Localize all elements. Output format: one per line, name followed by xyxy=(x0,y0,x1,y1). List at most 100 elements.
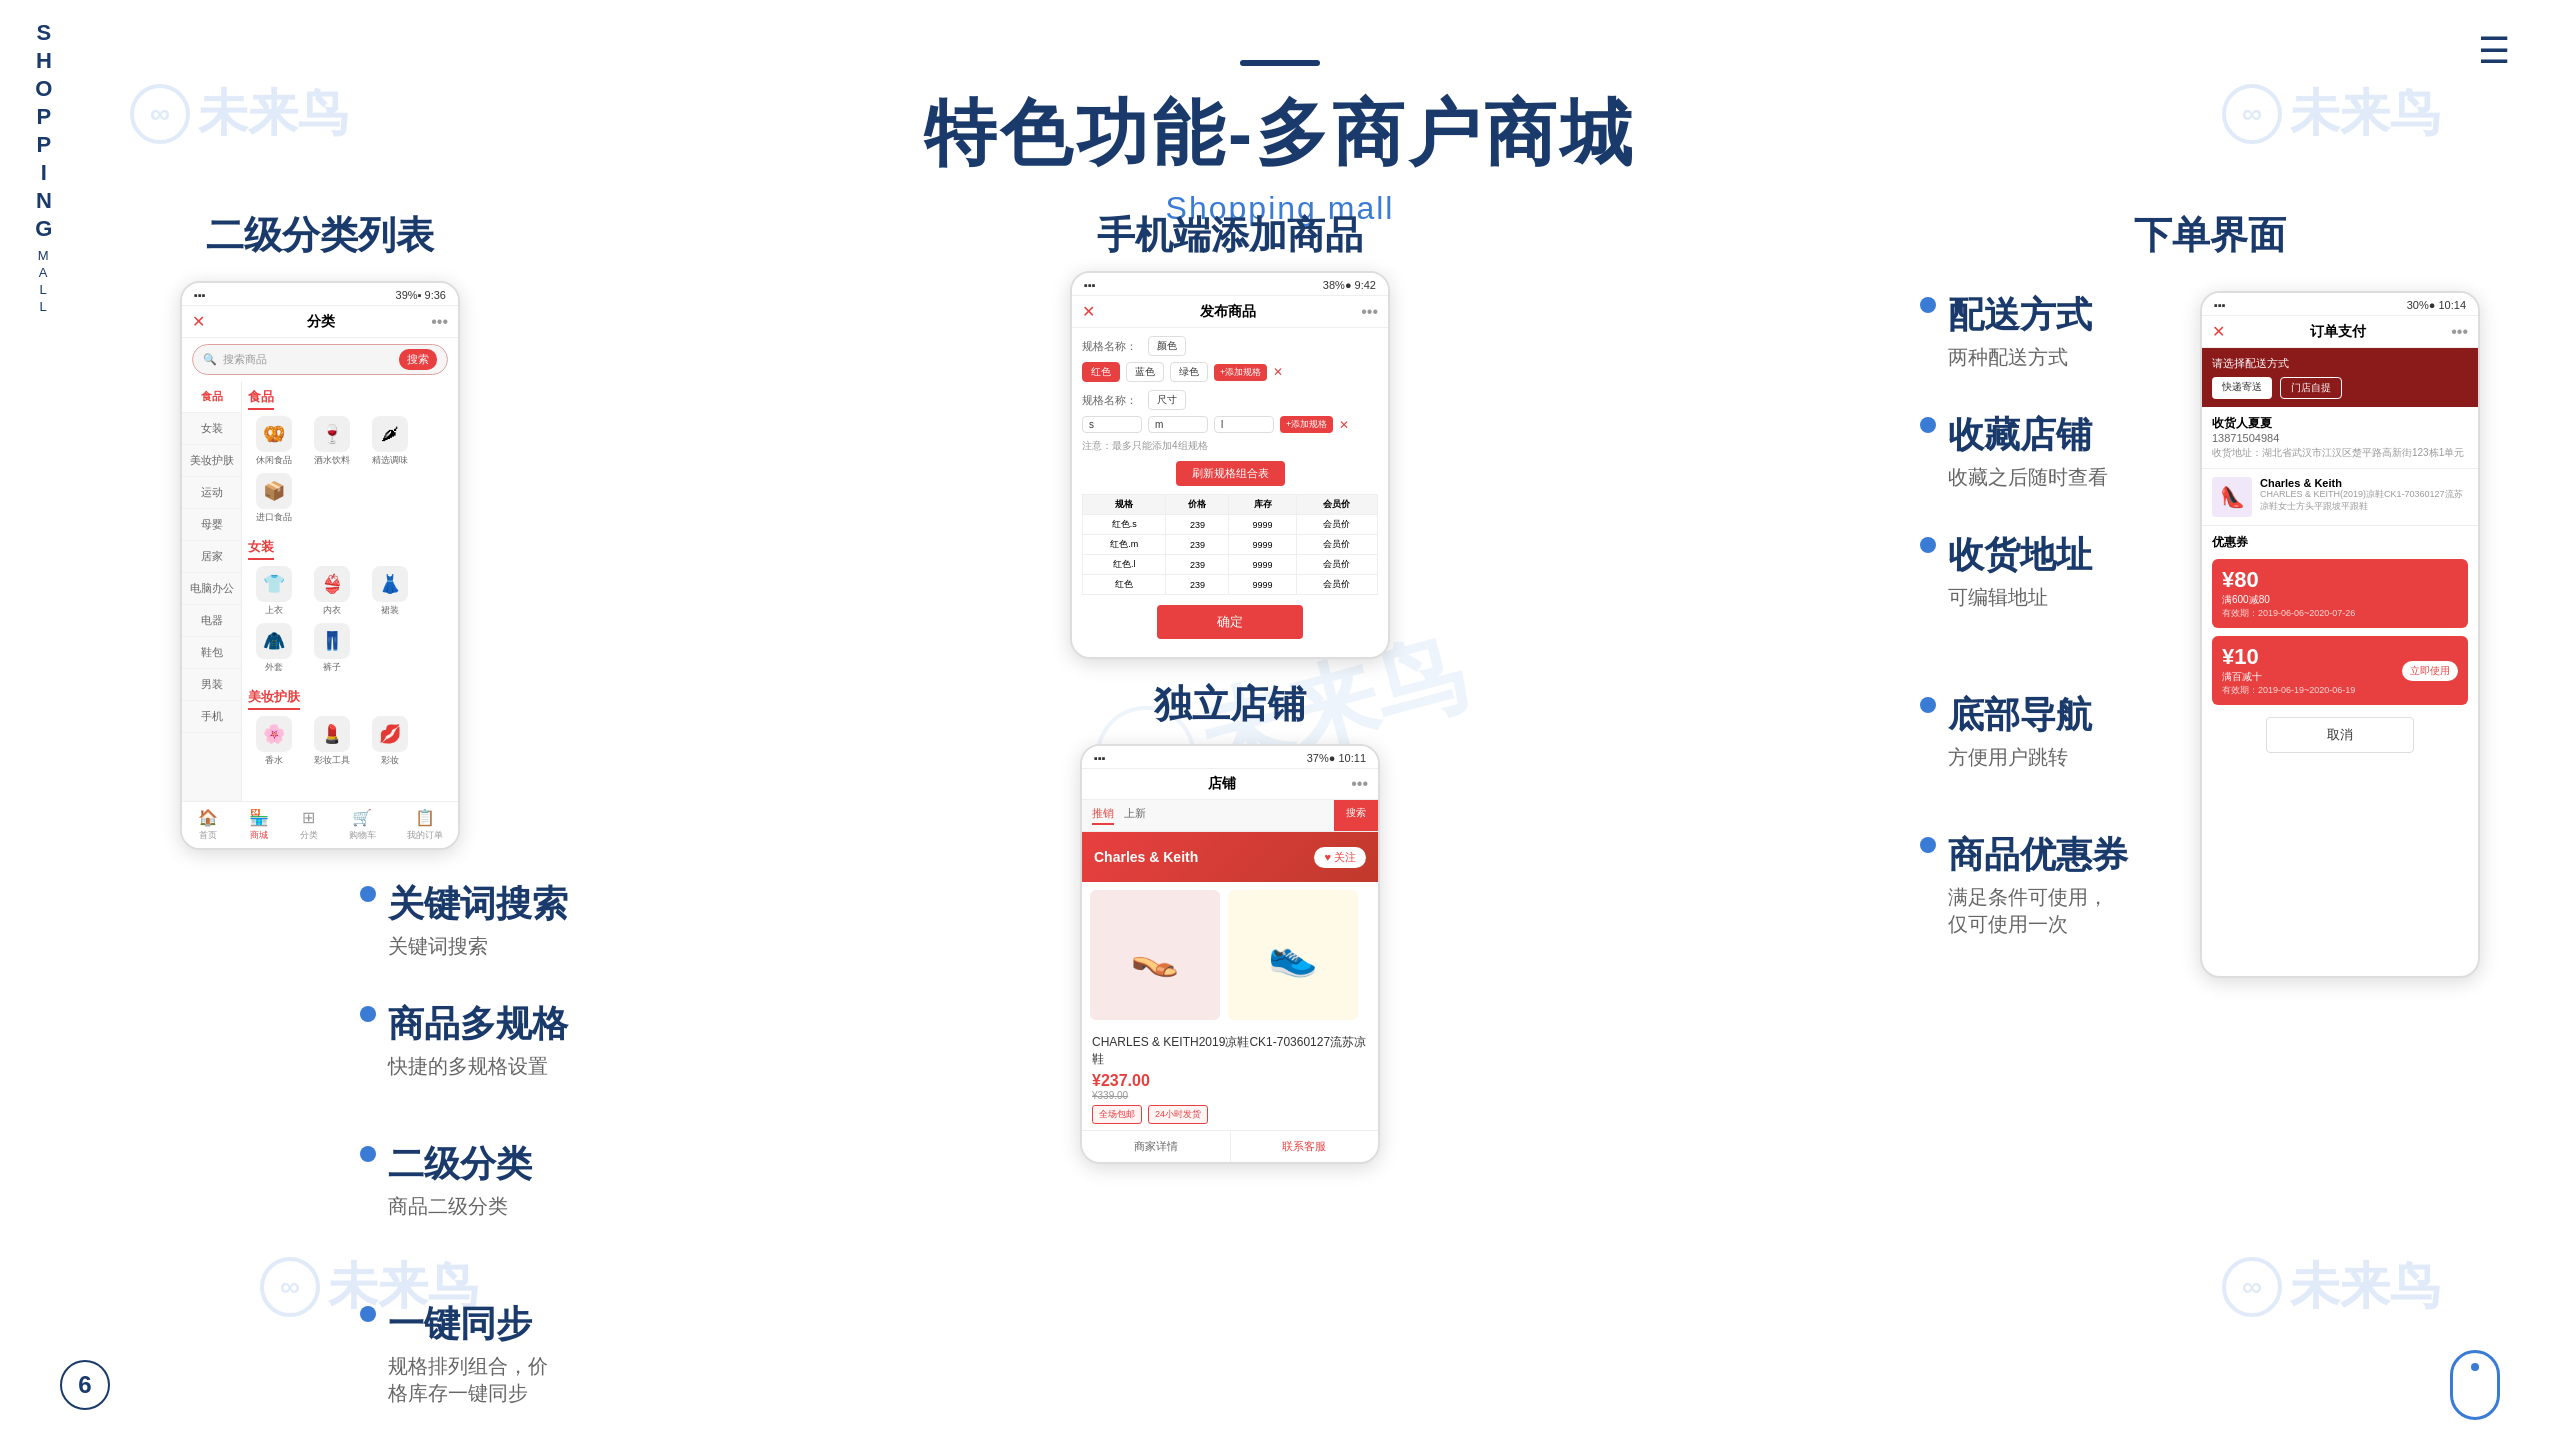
dot-2 xyxy=(360,1006,376,1022)
store-tabs: 推销 上新 xyxy=(1082,800,1334,831)
stock-red-l: 9999 xyxy=(1229,555,1296,575)
nav-category[interactable]: ⊞ 分类 xyxy=(300,808,318,842)
sidebar-food[interactable]: 食品 xyxy=(182,381,241,413)
search-bar[interactable]: 🔍 搜索商品 搜索 xyxy=(192,344,448,375)
coupon-2: ¥10 满百减十 有效期：2019-06-19~2020-06-19 立即使用 xyxy=(2212,636,2468,705)
nav-cart[interactable]: 🛒 购物车 xyxy=(349,808,376,842)
nav-home[interactable]: 🏠 首页 xyxy=(198,808,218,842)
size-l[interactable]: l xyxy=(1214,416,1274,433)
coupon-1-amount: ¥80 xyxy=(2222,567,2355,593)
cat-item-pants[interactable]: 👖 裤子 xyxy=(306,623,358,674)
th-spec: 规格 xyxy=(1083,495,1166,515)
address-main: 收货地址 xyxy=(1948,531,2092,580)
cat-item-makeup-tool[interactable]: 💄 彩妆工具 xyxy=(306,716,358,767)
more-icon-left[interactable]: ••• xyxy=(431,313,448,331)
content-coupon: 商品优惠券 满足条件可使用， 仅可使用一次 xyxy=(1948,831,2128,938)
product-img-1[interactable]: 👡 xyxy=(1090,890,1220,1020)
sidebar-baby[interactable]: 母婴 xyxy=(182,509,241,541)
favorite-sub: 收藏之后随时查看 xyxy=(1948,464,2108,491)
color-tags-row: 红色 蓝色 绿色 +添加规格 ✕ xyxy=(1082,362,1378,382)
follow-btn[interactable]: ♥ 关注 xyxy=(1314,847,1366,868)
confirm-btn[interactable]: 确定 xyxy=(1157,605,1303,639)
category-icon: ⊞ xyxy=(302,808,315,827)
sidebar-shoes[interactable]: 鞋包 xyxy=(182,637,241,669)
sidebar-men[interactable]: 男装 xyxy=(182,669,241,701)
product-img-2[interactable]: 👟 xyxy=(1228,890,1358,1020)
merchant-detail-btn[interactable]: 商家详情 xyxy=(1082,1131,1231,1162)
center-top: 手机端添加商品 ▪▪▪ 38%● 9:42 ✕ 发布商品 ••• 规格名称： 颜… xyxy=(580,210,1880,659)
cancel-btn[interactable]: 取消 xyxy=(2266,717,2414,753)
content-bottom-nav: 底部导航 方便用户跳转 xyxy=(1948,691,2092,771)
cat-beauty-items: 🌸 香水 💄 彩妆工具 💋 彩妆 xyxy=(248,716,452,767)
nav-orders[interactable]: 📋 我的订单 xyxy=(407,808,443,842)
coat-icon: 🧥 xyxy=(256,623,292,659)
pants-label: 裤子 xyxy=(323,661,341,674)
spec-row-2: 规格名称： 尺寸 xyxy=(1082,390,1378,410)
cat-item-coat[interactable]: 🧥 外套 xyxy=(248,623,300,674)
more-icon-store[interactable]: ••• xyxy=(1351,775,1368,793)
cat-item-top[interactable]: 👕 上衣 xyxy=(248,566,300,617)
size-s[interactable]: s xyxy=(1082,416,1142,433)
delivery-express[interactable]: 快递寄送 xyxy=(2212,377,2272,399)
coupon-2-left: ¥10 满百减十 有效期：2019-06-19~2020-06-19 xyxy=(2222,644,2355,697)
search-button[interactable]: 搜索 xyxy=(399,349,437,370)
top-icon: 👕 xyxy=(256,566,292,602)
cat-item-drink[interactable]: 🍷 酒水饮料 xyxy=(306,416,358,467)
receiver-address: 收货地址：湖北省武汉市江汉区楚平路高新街123栋1单元 xyxy=(2212,446,2468,460)
tag-red[interactable]: 红色 xyxy=(1082,362,1120,382)
snack-icon: 🥨 xyxy=(256,416,292,452)
cat-item-import[interactable]: 📦 进口食品 xyxy=(248,473,300,524)
coupon-main: 商品优惠券 xyxy=(1948,831,2128,880)
sidebar-home[interactable]: 居家 xyxy=(182,541,241,573)
add-color-btn[interactable]: +添加规格 xyxy=(1214,364,1267,381)
cat-item-dress[interactable]: 👗 裙装 xyxy=(364,566,416,617)
sidebar-pc[interactable]: 电脑办公 xyxy=(182,573,241,605)
close-color[interactable]: ✕ xyxy=(1273,365,1283,379)
cat-item-underwear[interactable]: 👙 内衣 xyxy=(306,566,358,617)
sync-spec-btn[interactable]: 刷新规格组合表 xyxy=(1176,461,1285,486)
cat-item-perfume[interactable]: 🌸 香水 xyxy=(248,716,300,767)
close-btn[interactable]: ✕ xyxy=(192,312,205,331)
tag-green[interactable]: 绿色 xyxy=(1170,362,1208,382)
more-icon-center[interactable]: ••• xyxy=(1361,303,1378,321)
nav-category-label: 分类 xyxy=(300,829,318,842)
section-center: 手机端添加商品 ▪▪▪ 38%● 9:42 ✕ 发布商品 ••• 规格名称： 颜… xyxy=(580,210,1880,1440)
label-delivery: 配送方式 两种配送方式 xyxy=(1920,291,2180,371)
content-keyword: 关键词搜索 关键词搜索 xyxy=(388,880,568,960)
sidebar-phone[interactable]: 手机 xyxy=(182,701,241,733)
use-now-btn[interactable]: 立即使用 xyxy=(2402,661,2458,681)
nav-mall[interactable]: 🏪 商城 xyxy=(249,808,269,842)
sidebar-beauty[interactable]: 美妆护肤 xyxy=(182,445,241,477)
cat-item-makeup[interactable]: 💋 彩妆 xyxy=(364,716,416,767)
sidebar-electronics[interactable]: 电器 xyxy=(182,605,241,637)
dot-coupon xyxy=(1920,837,1936,853)
signal-left: ▪▪▪ xyxy=(194,289,206,301)
tab-new[interactable]: 上新 xyxy=(1124,806,1146,825)
store-search-area: 推销 上新 搜索 xyxy=(1082,800,1378,832)
close-add[interactable]: ✕ xyxy=(1082,302,1095,321)
sidebar-women[interactable]: 女装 xyxy=(182,413,241,445)
delivery-pickup[interactable]: 门店自提 xyxy=(2280,377,2342,399)
close-size[interactable]: ✕ xyxy=(1339,418,1349,432)
delivery-sub: 两种配送方式 xyxy=(1948,344,2092,371)
product-title: CHARLES & KEITH2019凉鞋CK1-70360127流苏凉鞋 xyxy=(1092,1034,1368,1068)
tab-sale[interactable]: 推销 xyxy=(1092,806,1114,825)
contact-service-btn[interactable]: 联系客服 xyxy=(1231,1131,1379,1162)
nav-title-left: 分类 xyxy=(211,313,431,331)
close-order[interactable]: ✕ xyxy=(2212,322,2225,341)
spice-icon: 🌶 xyxy=(372,416,408,452)
add-size-btn[interactable]: +添加规格 xyxy=(1280,416,1333,433)
tag-blue[interactable]: 蓝色 xyxy=(1126,362,1164,382)
order-desc: CHARLES & KEITH(2019)凉鞋CK1-70360127流苏凉鞋女… xyxy=(2260,489,2468,512)
coupon-title: 优惠券 xyxy=(2212,534,2468,551)
store-search-btn[interactable]: 搜索 xyxy=(1334,800,1378,831)
cat-item-spice[interactable]: 🌶 精选调味 xyxy=(364,416,416,467)
more-icon-right[interactable]: ••• xyxy=(2451,323,2468,341)
sidebar-sport[interactable]: 运动 xyxy=(182,477,241,509)
underwear-icon: 👙 xyxy=(314,566,350,602)
size-m[interactable]: m xyxy=(1148,416,1208,433)
coupon-1: ¥80 满600减80 有效期：2019-06-06~2020-07-26 xyxy=(2212,559,2468,628)
dot-3 xyxy=(360,1146,376,1162)
cat-item-snack[interactable]: 🥨 休闲食品 xyxy=(248,416,300,467)
sync-main: 一键同步 xyxy=(388,1300,548,1349)
